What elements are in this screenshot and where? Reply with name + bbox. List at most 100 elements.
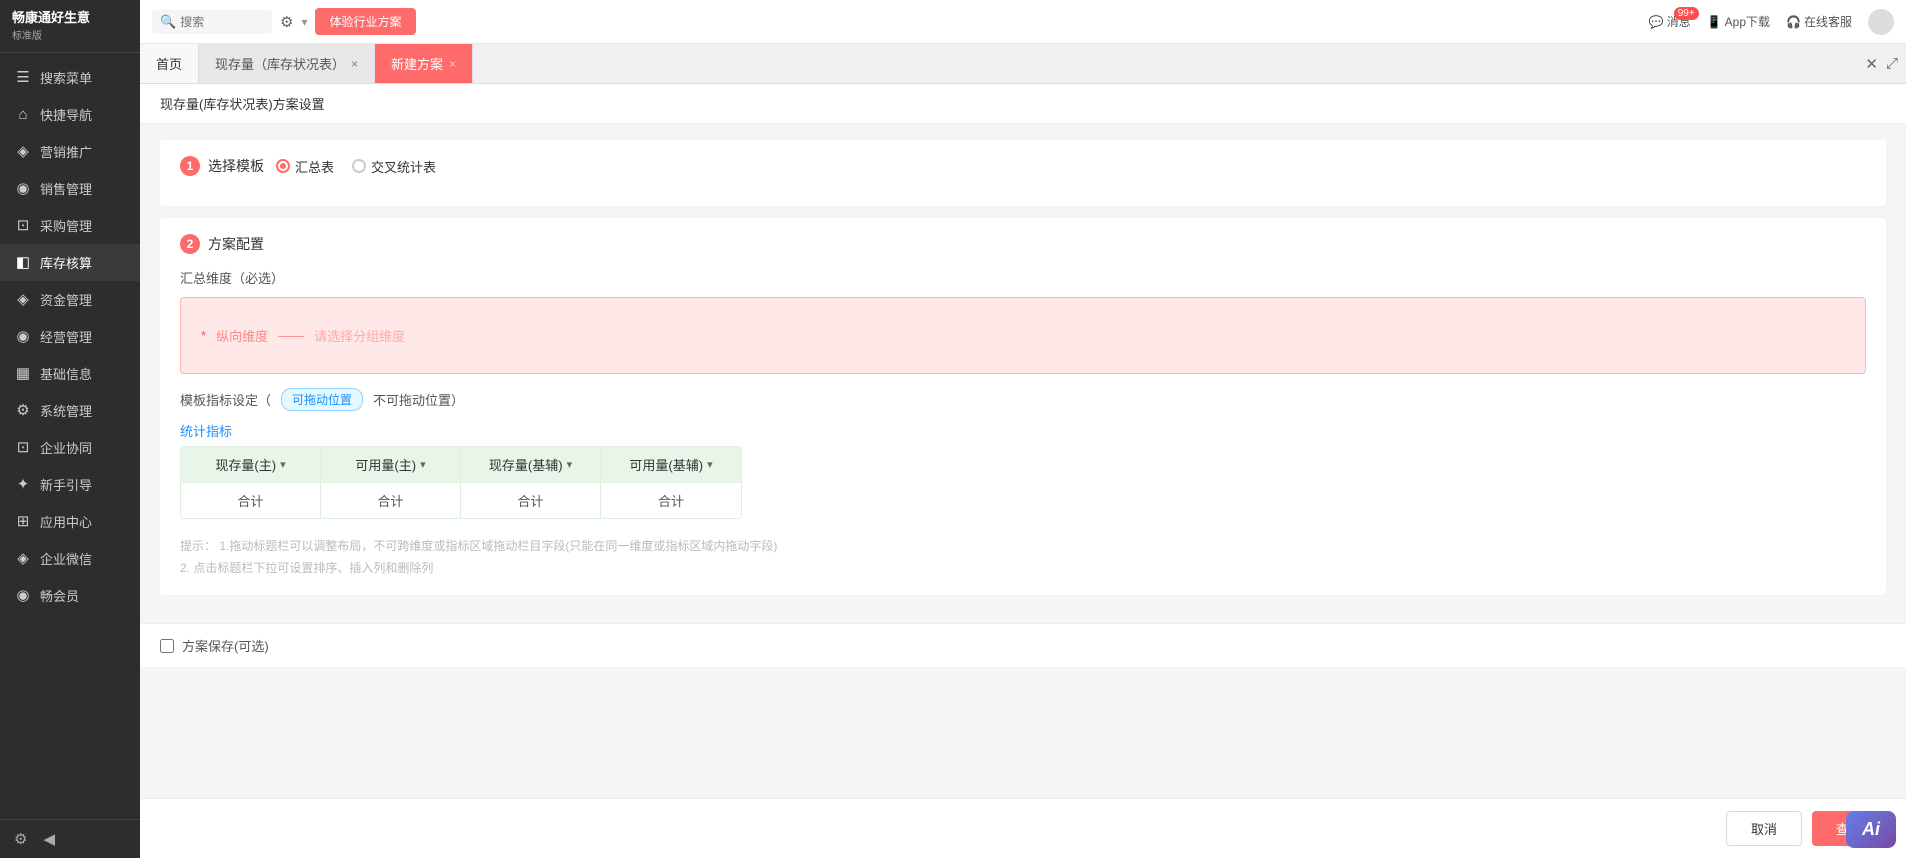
template-radio-group: 汇总表 交叉统计表 — [276, 157, 436, 176]
sidebar-nav: ☰ 搜索菜单 ⌂ 快捷导航 ◈ 营销推广 ◉ 销售管理 ⊡ 采购管理 ◧ 库存核… — [0, 53, 140, 819]
sidebar-item-newbie[interactable]: ✦ 新手引导 — [0, 466, 140, 503]
sidebar-item-wechat[interactable]: ◈ 企业微信 — [0, 540, 140, 577]
trial-button[interactable]: 体验行业方案 — [315, 8, 415, 35]
radio-summary[interactable]: 汇总表 — [276, 157, 334, 176]
hint-section: 提示： 1.拖动标题栏可以调整布局，不可跨维度或指标区域拖动栏目字段(只能在同一… — [180, 536, 1866, 579]
sidebar-item-label: 库存核算 — [40, 253, 92, 272]
sidebar-item-label: 营销推广 — [40, 142, 92, 161]
step1-label: 选择模板 — [208, 156, 264, 176]
sidebar-item-marketing[interactable]: ◈ 营销推广 — [0, 133, 140, 170]
topbar: 🔍 ⚙ ▾ 体验行业方案 💬 消息 99+ 📱 App下载 🎧 在线客服 — [140, 0, 1906, 44]
sidebar-item-system[interactable]: ⚙ 系统管理 — [0, 392, 140, 429]
col-avail-aux: 可用量(基辅) ▾ — [601, 447, 741, 482]
col-stock-main-header: 现存量(主) ▾ — [181, 447, 320, 482]
message-button[interactable]: 💬 消息 99+ — [1649, 13, 1691, 30]
col-avail-main: 可用量(主) ▾ — [321, 447, 461, 482]
search-icon: 🔍 — [160, 14, 176, 30]
tab-new-plan-label: 新建方案 — [391, 54, 443, 73]
page-content: 现存量(库存状况表)方案设置 1 选择模板 汇总表 交叉统计表 — [140, 84, 1906, 798]
sidebar-item-label: 搜索菜单 — [40, 68, 92, 87]
marketing-icon: ◈ — [14, 142, 32, 160]
sidebar-item-label: 应用中心 — [40, 512, 92, 531]
sidebar-item-label: 新手引导 — [40, 475, 92, 494]
maximize-icon[interactable]: ⤢ — [1886, 55, 1898, 72]
col-avail-aux-header: 可用量(基辅) ▾ — [601, 447, 741, 482]
sidebar-item-finance[interactable]: ◈ 资金管理 — [0, 281, 140, 318]
app-download-button[interactable]: 📱 App下载 — [1707, 13, 1770, 30]
wechat-icon: ◈ — [14, 549, 32, 567]
stats-table-header: 现存量(主) ▾ 可用量(主) ▾ 现存量(基辅 — [181, 447, 741, 482]
sidebar-item-inventory[interactable]: ◧ 库存核算 — [0, 244, 140, 281]
system-icon: ⚙ — [14, 401, 32, 419]
tab-inventory[interactable]: 现存量（库存状况表） × — [199, 44, 375, 83]
step2-label: 方案配置 — [208, 234, 264, 254]
step1-badge: 1 — [180, 156, 200, 176]
tab-home[interactable]: 首页 — [140, 44, 199, 83]
body-col-stock-main: 合计 — [181, 482, 321, 518]
sidebar-item-label: 畅会员 — [40, 586, 79, 605]
settings-icon[interactable]: ⚙ — [14, 830, 27, 848]
body-col-avail-main-cell: 合计 — [321, 482, 460, 518]
collapse-icon[interactable]: ◀ — [43, 830, 55, 848]
sidebar-item-search[interactable]: ☰ 搜索菜单 — [0, 59, 140, 96]
dimension-box[interactable]: * 纵向维度 —— 请选择分组维度 — [180, 297, 1866, 374]
avatar[interactable] — [1868, 9, 1894, 35]
cancel-button[interactable]: 取消 — [1726, 811, 1802, 846]
sidebar-item-member[interactable]: ◉ 畅会员 — [0, 577, 140, 614]
body-col-avail-aux-cell: 合计 — [601, 482, 741, 518]
dash-separator: —— — [278, 328, 304, 343]
sidebar-item-purchase[interactable]: ⊡ 采购管理 — [0, 207, 140, 244]
tab-inventory-close[interactable]: × — [351, 57, 358, 71]
sidebar-logo: 畅康通好生意 标准版 — [0, 0, 140, 53]
phone-icon: 📱 — [1707, 15, 1722, 29]
step1-section: 1 选择模板 汇总表 交叉统计表 — [160, 140, 1886, 206]
service-button[interactable]: 🎧 在线客服 — [1786, 13, 1852, 30]
non-draggable-label: 不可拖动位置） — [373, 390, 464, 409]
headset-icon: 🎧 — [1786, 15, 1801, 29]
col-stock-main: 现存量(主) ▾ — [181, 447, 321, 482]
sidebar-item-label: 基础信息 — [40, 364, 92, 383]
search-bar[interactable]: 🔍 — [152, 10, 272, 34]
gear-icon[interactable]: ⚙ — [280, 13, 293, 31]
required-star: * — [201, 328, 206, 343]
col-avail-main-chevron[interactable]: ▾ — [420, 458, 426, 471]
body-col-avail-main: 合计 — [321, 482, 461, 518]
col-stock-aux-label: 现存量(基辅) — [489, 455, 563, 474]
page-title: 现存量(库存状况表)方案设置 — [160, 97, 325, 112]
sidebar-item-sales[interactable]: ◉ 销售管理 — [0, 170, 140, 207]
tab-home-label: 首页 — [156, 54, 182, 73]
step2-badge: 2 — [180, 234, 200, 254]
dropdown-icon[interactable]: ▾ — [301, 15, 307, 29]
home-icon: ⌂ — [14, 106, 32, 123]
sidebar-item-management[interactable]: ◉ 经营管理 — [0, 318, 140, 355]
col-stock-aux-chevron[interactable]: ▾ — [567, 458, 573, 471]
search-input[interactable] — [180, 15, 260, 29]
sidebar-item-quicknav[interactable]: ⌂ 快捷导航 — [0, 96, 140, 133]
close-window-icon[interactable]: ✕ — [1865, 55, 1878, 73]
app-subtitle: 标准版 — [12, 27, 128, 42]
radio-summary-dot — [276, 159, 290, 173]
draggable-badge: 可拖动位置 — [281, 388, 363, 411]
sidebar-item-label: 资金管理 — [40, 290, 92, 309]
newbie-icon: ✦ — [14, 475, 32, 493]
dim-placeholder: 请选择分组维度 — [314, 326, 405, 345]
footer-actions: 取消 查询 — [140, 798, 1906, 858]
col-stock-aux-header: 现存量(基辅) ▾ — [461, 447, 600, 482]
col-avail-main-header: 可用量(主) ▾ — [321, 447, 460, 482]
sidebar-item-label: 企业协同 — [40, 438, 92, 457]
save-check-label[interactable]: 方案保存(可选) — [182, 636, 269, 655]
radio-cross[interactable]: 交叉统计表 — [352, 157, 436, 176]
sidebar-item-app-center[interactable]: ⊞ 应用中心 — [0, 503, 140, 540]
sidebar-item-basic-info[interactable]: ▦ 基础信息 — [0, 355, 140, 392]
ai-float-button[interactable]: Ai — [1846, 811, 1896, 848]
tab-new-plan[interactable]: 新建方案 × — [375, 44, 473, 83]
col-avail-aux-chevron[interactable]: ▾ — [707, 458, 713, 471]
col-stock-main-chevron[interactable]: ▾ — [280, 458, 286, 471]
tab-new-plan-close[interactable]: × — [449, 57, 456, 71]
save-checkbox[interactable] — [160, 639, 174, 653]
radio-cross-dot — [352, 159, 366, 173]
sidebar-item-enterprise[interactable]: ⊡ 企业协同 — [0, 429, 140, 466]
body-col-stock-aux: 合计 — [461, 482, 601, 518]
page-body: 1 选择模板 汇总表 交叉统计表 — [140, 124, 1906, 623]
sidebar-bottom: ⚙ ◀ — [0, 819, 140, 858]
